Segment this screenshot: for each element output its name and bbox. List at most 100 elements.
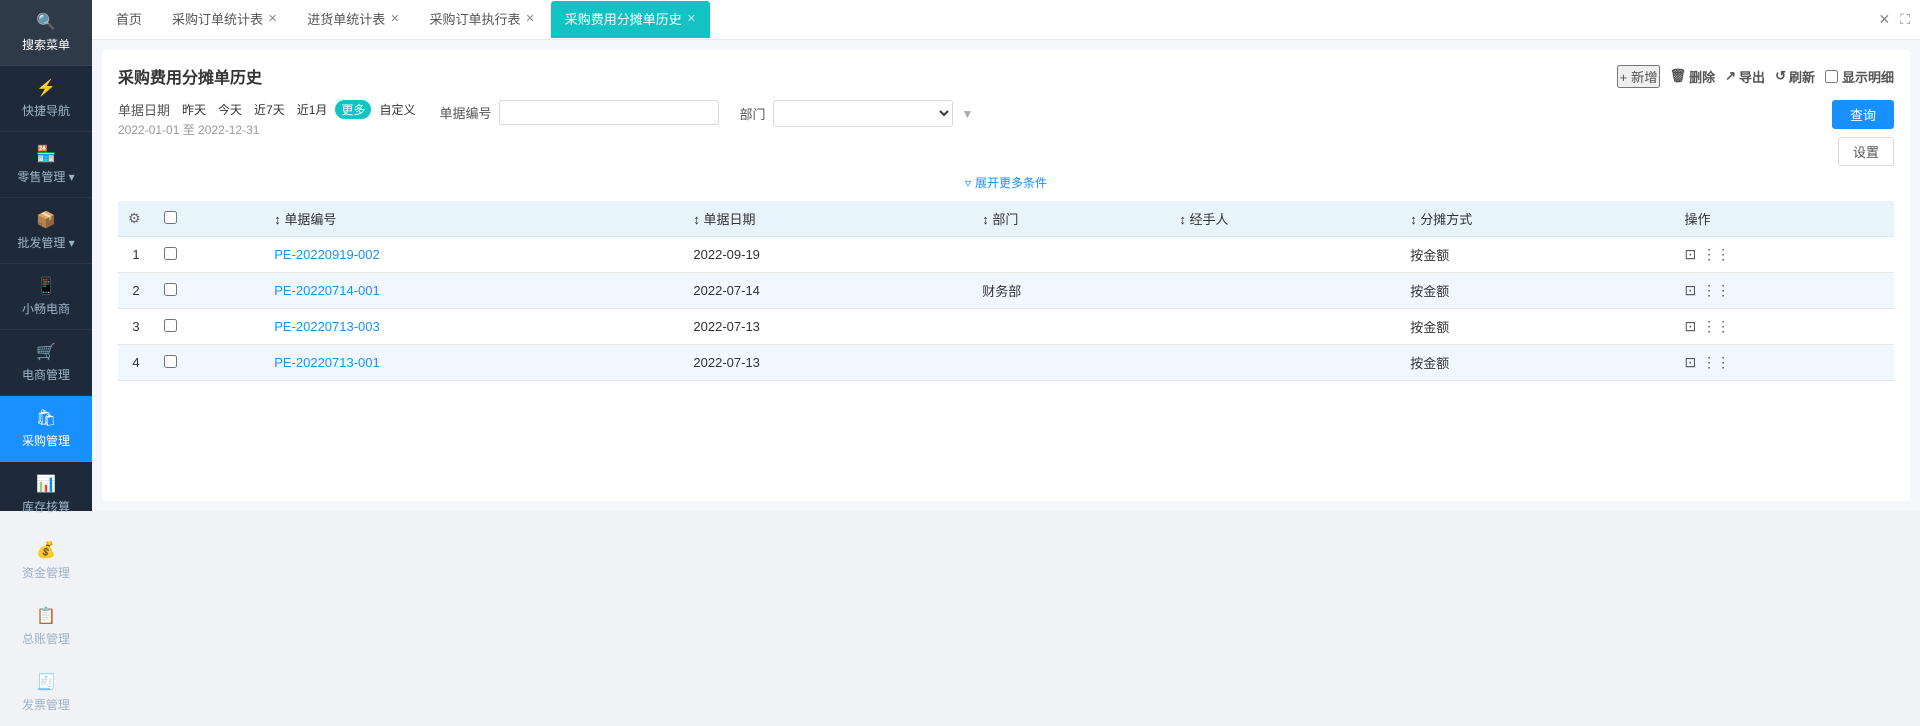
ecommerce-icon: 🛒 [8,342,84,362]
sidebar-label-ecommerce: 电商管理 [22,368,70,382]
row-checkbox-2[interactable] [154,309,264,345]
view-action-2[interactable]: ⊡ [1684,318,1696,335]
dept-select[interactable]: 财务部 [773,100,953,127]
sidebar-item-finance[interactable]: 💰资金管理 [0,528,92,594]
export-icon: ↗ [1725,68,1736,84]
view-action-0[interactable]: ⊡ [1684,246,1696,263]
mini-icon: 📱 [8,276,84,296]
th-split-method[interactable]: ↕ 分摊方式 [1400,201,1674,237]
doc-no-input[interactable] [499,100,719,125]
refresh-button[interactable]: ↺ 刷新 [1775,67,1815,86]
tab-close-incoming-stats[interactable]: ✕ [390,12,399,25]
sidebar: 🔍搜索菜单⚡快捷导航🏪零售管理 ▾📦批发管理 ▾📱小畅电商🛒电商管理🛍采购管理📊… [0,0,92,511]
show-columns-toggle[interactable]: 显示明细 [1825,67,1894,86]
row-num-1: 2 [118,273,154,309]
close-window-icon[interactable]: ✕ [1878,11,1890,28]
date-shortcuts-row: 单据日期 昨天 今天 近7天 近1月 更多 自定义 [118,100,419,119]
filter-right-buttons: 查询 设置 [1832,100,1894,166]
export-button[interactable]: ↗ 导出 [1725,67,1765,86]
row-dept-3 [972,345,1169,381]
sidebar-item-mini[interactable]: 📱小畅电商 [0,264,92,330]
sidebar-item-wholesale[interactable]: 📦批发管理 ▾ [0,198,92,264]
th-actions: 操作 [1674,201,1894,237]
row-doc-no-3: PE-20220713-001 [264,345,683,381]
dept-filter-group: 部门 财务部 ▼ [739,100,973,127]
sidebar-item-purchase[interactable]: 🛍采购管理 [0,396,92,462]
tab-close-purchase-order-exec[interactable]: ✕ [526,12,535,25]
th-doc-no[interactable]: ↕ 单据编号 [264,201,683,237]
shortcut-more[interactable]: 更多 [335,100,371,119]
tab-home[interactable]: 首页 [102,1,156,38]
th-dept[interactable]: ↕ 部门 [972,201,1169,237]
add-button[interactable]: + 新增 [1617,65,1659,88]
shortcut-custom[interactable]: 自定义 [375,100,419,119]
tab-purchase-order-stats[interactable]: 采购订单统计表✕ [158,1,291,38]
gear-icon[interactable]: ⚙ [128,210,141,226]
wholesale-icon: 📦 [8,210,84,230]
row-checkbox-3[interactable] [154,345,264,381]
row-doc-date-2: 2022-07-13 [683,309,972,345]
trash-icon: 🗑 [1670,68,1687,84]
delete-button[interactable]: 🗑 删除 [1670,67,1716,86]
more-action-3[interactable]: ⋮⋮ [1702,354,1730,371]
table-row: 2 PE-20220714-001 2022-07-14 财务部 按金额 ⊡ ⋮… [118,273,1894,309]
date-shortcuts: 昨天 今天 近7天 近1月 更多 自定义 [178,100,419,119]
row-dept-0 [972,237,1169,273]
doc-no-link-1[interactable]: PE-20220714-001 [274,283,380,298]
shortcut-7days[interactable]: 近7天 [250,100,289,119]
th-doc-date[interactable]: ↕ 单据日期 [683,201,972,237]
more-action-0[interactable]: ⋮⋮ [1702,246,1730,263]
th-handler[interactable]: ↕ 经手人 [1169,201,1400,237]
tab-close-purchase-cost-split[interactable]: ✕ [687,12,696,25]
tab-purchase-cost-split[interactable]: 采购费用分摊单历史 ✕ [551,1,710,38]
row-handler-2 [1169,309,1400,345]
row-actions-0: ⊡ ⋮⋮ [1674,237,1894,273]
row-select-0[interactable] [164,247,177,260]
more-action-1[interactable]: ⋮⋮ [1702,282,1730,299]
doc-no-link-2[interactable]: PE-20220713-003 [274,319,380,334]
select-all-checkbox[interactable] [164,211,177,224]
date-filter-group: 单据日期 昨天 今天 近7天 近1月 更多 自定义 2022-01-01 至 2… [118,100,419,138]
tab-label-purchase-cost-split: 采购费用分摊单历史 [565,9,682,28]
data-table: ⚙ ↕ 单据编号 ↕ 单据日期 ↕ 部门 [118,201,1894,381]
doc-no-link-0[interactable]: PE-20220919-002 [274,247,380,262]
table-row: 4 PE-20220713-001 2022-07-13 按金额 ⊡ ⋮⋮ [118,345,1894,381]
sidebar-item-ledger[interactable]: 📋总账管理 [0,594,92,660]
content-card: 采购费用分摊单历史 + 新增 🗑 删除 ↗ 导出 ↺ 刷新 [102,50,1910,501]
row-select-2[interactable] [164,319,177,332]
shortcut-1month[interactable]: 近1月 [293,100,332,119]
show-columns-checkbox[interactable] [1825,70,1838,83]
row-checkbox-0[interactable] [154,237,264,273]
tab-incoming-stats[interactable]: 进货单统计表✕ [293,1,413,38]
doc-no-link-3[interactable]: PE-20220713-001 [274,355,380,370]
sidebar-label-purchase: 采购管理 [22,434,70,448]
main-content: 首页采购订单统计表✕进货单统计表✕采购订单执行表✕采购费用分摊单历史✕ ✕ ⛶ … [92,0,1920,511]
sidebar-item-inventory[interactable]: 📊库存核算 [0,462,92,528]
sidebar-item-retail[interactable]: 🏪零售管理 ▾ [0,132,92,198]
row-handler-1 [1169,273,1400,309]
tab-close-purchase-order-stats[interactable]: ✕ [268,12,277,25]
view-action-1[interactable]: ⊡ [1684,282,1696,299]
row-checkbox-1[interactable] [154,273,264,309]
view-action-3[interactable]: ⊡ [1684,354,1696,371]
more-action-2[interactable]: ⋮⋮ [1702,318,1730,335]
sidebar-item-invoice[interactable]: 🧾发票管理 [0,660,92,726]
sidebar-item-ecommerce[interactable]: 🛒 电商管理 [0,330,92,396]
finance-icon: 💰 [8,540,84,560]
fullscreen-icon[interactable]: ⛶ [1900,11,1910,28]
row-doc-date-3: 2022-07-13 [683,345,972,381]
shortcut-today[interactable]: 今天 [214,100,246,119]
row-select-1[interactable] [164,283,177,296]
row-select-3[interactable] [164,355,177,368]
tab-purchase-order-exec[interactable]: 采购订单执行表✕ [415,1,548,38]
query-button[interactable]: 查询 [1832,100,1894,129]
row-doc-no-0: PE-20220919-002 [264,237,683,273]
sidebar-item-shortcut[interactable]: ⚡快捷导航 [0,66,92,132]
row-split-method-3: 按金额 [1400,345,1674,381]
th-settings[interactable]: ⚙ [118,201,154,237]
setting-button[interactable]: 设置 [1838,137,1894,166]
shortcut-yesterday[interactable]: 昨天 [178,100,210,119]
sidebar-item-search[interactable]: 🔍搜索菜单 [0,0,92,66]
doc-no-label: 单据编号 [439,103,491,122]
expand-more-button[interactable]: ▿ 展开更多条件 [118,174,1894,191]
